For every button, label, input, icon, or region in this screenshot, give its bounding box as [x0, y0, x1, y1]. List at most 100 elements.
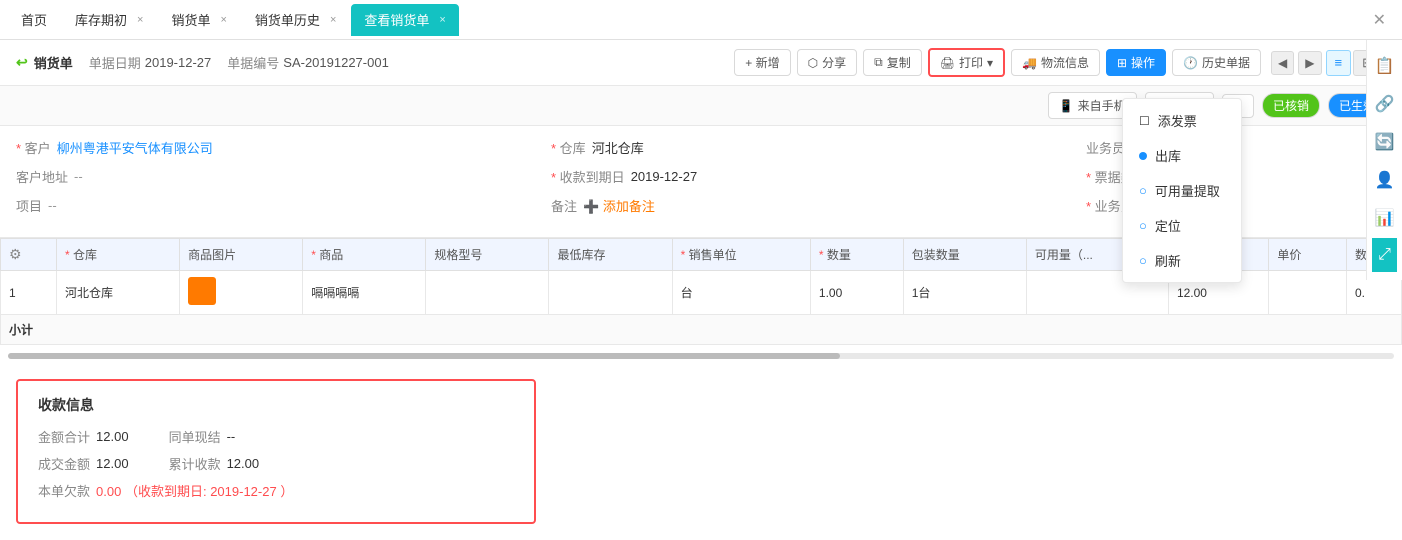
- tab-bar: 首页 库存期初 × 销货单 × 销货单历史 × 查看销货单 × ✕: [0, 0, 1402, 40]
- cumulative-item: 累计收款 12.00: [169, 454, 260, 473]
- share-label: 分享: [822, 54, 846, 71]
- customer-value[interactable]: 柳州粤港平安气体有限公司: [57, 138, 213, 157]
- mobile-icon: 📱: [1059, 99, 1074, 113]
- tab-home-label: 首页: [21, 10, 47, 29]
- payment-row-3: 本单欠款 0.00 （收款到期日: 2019-12-27 ）: [38, 481, 514, 500]
- amount-item: 金额合计 12.00: [38, 427, 129, 446]
- doc-type-label: 销货单: [34, 53, 73, 72]
- col-min-stock: 最低库存: [549, 239, 672, 271]
- history-label: 历史单据: [1202, 54, 1250, 71]
- horizontal-scrollbar[interactable]: [8, 353, 1394, 359]
- sidebar-link-icon[interactable]: 🔗: [1375, 86, 1395, 122]
- col-unit: 销售单位: [672, 239, 810, 271]
- copy-button[interactable]: ⧉ 复制: [863, 49, 922, 76]
- staff-label: 业务员: [1086, 138, 1125, 157]
- dropdown-outbound[interactable]: 出库: [1123, 138, 1241, 173]
- col-price: 单价: [1269, 239, 1347, 271]
- doc-number-label: 单据编号: [227, 53, 279, 72]
- doc-date-label: 单据日期: [89, 53, 141, 72]
- dropdown-available-qty[interactable]: ○ 可用量提取: [1123, 173, 1241, 208]
- col-product: 商品: [303, 239, 426, 271]
- owed-date: 2019-12-27: [210, 484, 277, 499]
- project-field: 项目 --: [16, 196, 316, 215]
- row-product: 嗝嗝嗝嗝: [303, 271, 426, 315]
- tab-view-sales-close[interactable]: ×: [439, 14, 445, 26]
- dropdown-locate[interactable]: ○ 定位: [1123, 208, 1241, 243]
- history-button[interactable]: 🕐 历史单据: [1172, 49, 1261, 76]
- col-pack-qty: 包装数量: [903, 239, 1026, 271]
- payment-row-2: 成交金额 12.00 累计收款 12.00: [38, 454, 514, 473]
- row-warehouse: 河北仓库: [56, 271, 179, 315]
- tab-sales-history[interactable]: 销货单历史 ×: [242, 4, 349, 36]
- settings-icon[interactable]: ⚙: [9, 246, 22, 262]
- row-image: [180, 271, 303, 315]
- tab-view-sales[interactable]: 查看销货单 ×: [351, 4, 458, 36]
- scrollbar-area: [0, 349, 1402, 363]
- owed-close: ）: [280, 484, 293, 499]
- doc-date-field: 单据日期 2019-12-27: [89, 53, 212, 72]
- customer-label: 客户: [16, 138, 51, 157]
- sidebar-expand-icon[interactable]: ⤢: [1372, 238, 1397, 272]
- owed-value: 0.00 （收款到期日: 2019-12-27 ）: [96, 481, 293, 500]
- tab-sales-close[interactable]: ×: [220, 14, 226, 26]
- available-qty-label: 可用量提取: [1155, 181, 1220, 200]
- locate-label: 定位: [1155, 216, 1181, 235]
- list-view-button[interactable]: ≡: [1326, 50, 1352, 76]
- owed-label: 本单欠款: [38, 481, 90, 500]
- deal-amount-item: 成交金额 12.00: [38, 454, 129, 473]
- tab-sales-history-close[interactable]: ×: [330, 14, 336, 26]
- right-sidebar: 📋 🔗 🔄 👤 📊 ⤢: [1366, 40, 1402, 280]
- print-icon: 🖨: [940, 56, 955, 70]
- warehouse-value: 河北仓库: [592, 138, 644, 157]
- row-price: [1269, 271, 1347, 315]
- from-mobile-label: 来自手机: [1078, 97, 1126, 114]
- customer-field: 客户 柳州粤港平安气体有限公司: [16, 138, 316, 157]
- sidebar-user-icon[interactable]: 👤: [1375, 162, 1395, 198]
- subtotal-row: 小计: [1, 315, 1402, 345]
- due-date-value: 2019-12-27: [631, 169, 698, 184]
- scrollbar-thumb: [8, 353, 840, 359]
- print-button[interactable]: 🖨 打印 ▾: [928, 48, 1005, 77]
- dropdown-add-invoice[interactable]: ☐ 添发票: [1123, 103, 1241, 138]
- approved-badge[interactable]: 已核销: [1262, 93, 1320, 118]
- row-unit: 台: [672, 271, 810, 315]
- print-label: 打印: [959, 54, 983, 71]
- remark-add[interactable]: ➕ 添加备注: [583, 196, 655, 215]
- operate-dropdown: ☐ 添发票 出库 ○ 可用量提取 ○ 定位 ○ 刷新: [1122, 98, 1242, 283]
- remark-field: 备注 ➕ 添加备注: [551, 196, 851, 215]
- deal-amount-value: 12.00: [96, 456, 129, 471]
- new-button[interactable]: + 新增: [734, 49, 790, 76]
- print-dropdown-icon: ▾: [987, 56, 993, 70]
- remark-label: 备注: [551, 196, 577, 215]
- bottom-info: 收款信息 金额合计 12.00 同单现结 -- 成交金额 12.00 累计收款: [0, 363, 1402, 540]
- logistics-button[interactable]: 🚚 物流信息: [1011, 49, 1100, 76]
- outbound-dot-icon: [1139, 152, 1147, 160]
- share-button[interactable]: ⬡ 分享: [797, 49, 858, 76]
- remark-add-icon: ➕: [583, 199, 599, 214]
- sidebar-doc-icon[interactable]: 📋: [1375, 48, 1395, 84]
- doc-number-field: 单据编号 SA-20191227-001: [227, 53, 389, 72]
- operate-button[interactable]: ⊞ 操作: [1106, 49, 1166, 76]
- doc-title: ↩ 销货单: [16, 53, 73, 72]
- share-icon: ⬡: [808, 56, 818, 70]
- refresh-icon: ○: [1139, 253, 1147, 268]
- history-icon: 🕐: [1183, 56, 1198, 70]
- dropdown-refresh[interactable]: ○ 刷新: [1123, 243, 1241, 278]
- tab-inventory-close[interactable]: ×: [137, 14, 143, 26]
- window-close-button[interactable]: ✕: [1365, 10, 1394, 30]
- col-spec: 规格型号: [426, 239, 549, 271]
- col-warehouse: 仓库: [56, 239, 179, 271]
- sidebar-chart-icon[interactable]: 📊: [1375, 200, 1395, 236]
- tab-sales[interactable]: 销货单 ×: [158, 4, 239, 36]
- project-value: --: [48, 198, 57, 213]
- doc-date-value: 2019-12-27: [145, 55, 212, 70]
- next-doc-button[interactable]: ▶: [1298, 51, 1321, 75]
- tab-inventory[interactable]: 库存期初 ×: [62, 4, 156, 36]
- tab-view-sales-label: 查看销货单: [364, 10, 429, 29]
- prev-doc-button[interactable]: ◀: [1271, 51, 1294, 75]
- refresh-label: 刷新: [1155, 251, 1181, 270]
- address-value: --: [74, 169, 83, 184]
- tab-home[interactable]: 首页: [8, 4, 60, 36]
- sidebar-refresh-icon[interactable]: 🔄: [1375, 124, 1395, 160]
- add-invoice-label: 添发票: [1158, 111, 1197, 130]
